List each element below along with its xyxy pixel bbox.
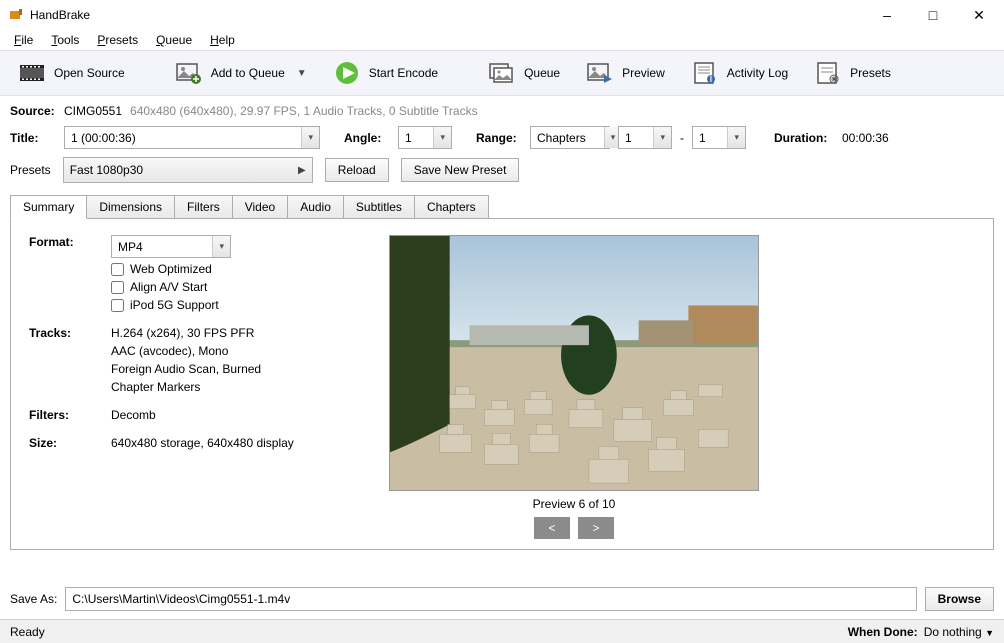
range-label: Range: [476, 131, 522, 145]
filmstrip-icon [18, 61, 46, 85]
activity-log-label: Activity Log [727, 66, 788, 80]
track-line: AAC (avcodec), Mono [111, 344, 261, 358]
format-label: Format: [29, 235, 101, 312]
title-value: 1 (00:00:36) [65, 131, 142, 145]
track-line: Foreign Audio Scan, Burned [111, 362, 261, 376]
log-icon: i [691, 61, 719, 85]
browse-button[interactable]: Browse [925, 587, 994, 611]
activity-log-button[interactable]: i Activity Log [681, 57, 798, 89]
presets-icon [814, 61, 842, 85]
preview-next-button[interactable]: > [578, 517, 614, 539]
presets-button[interactable]: Presets [804, 57, 901, 89]
svg-text:i: i [709, 71, 712, 85]
app-icon [8, 7, 24, 23]
image-plus-icon [175, 61, 203, 85]
format-select[interactable]: MP4▾ [111, 235, 231, 258]
filters-label: Filters: [29, 408, 101, 422]
range-type-select[interactable]: Chapters▾ [530, 126, 610, 149]
ipod-check[interactable]: iPod 5G Support [111, 298, 231, 312]
size-label: Size: [29, 436, 101, 450]
menu-presets[interactable]: Presets [89, 31, 146, 49]
source-label: Source: [10, 104, 56, 118]
range-from-select[interactable]: 1▾ [618, 126, 672, 149]
chevron-down-icon: ▾ [301, 127, 319, 148]
start-encode-button[interactable]: Start Encode [323, 57, 448, 89]
angle-label: Angle: [344, 131, 390, 145]
queue-label: Queue [524, 66, 560, 80]
preset-value: Fast 1080p30 [70, 163, 143, 177]
when-done-label: When Done: [848, 625, 918, 639]
range-dash: - [680, 131, 684, 145]
tab-summary[interactable]: Summary [10, 195, 87, 219]
queue-icon [488, 61, 516, 85]
menu-queue[interactable]: Queue [148, 31, 200, 49]
presets-label: Presets [850, 66, 891, 80]
filters-value: Decomb [111, 408, 156, 422]
preview-prev-button[interactable]: < [534, 517, 570, 539]
add-to-queue-button[interactable]: Add to Queue ▼ [165, 57, 317, 89]
source-row: Source: CIMG0551 640x480 (640x480), 29.9… [10, 104, 994, 118]
tab-dimensions[interactable]: Dimensions [86, 195, 175, 219]
source-details: 640x480 (640x480), 29.97 FPS, 1 Audio Tr… [130, 104, 478, 118]
web-optimized-check[interactable]: Web Optimized [111, 262, 231, 276]
preview-label: Preview [622, 66, 665, 80]
close-button[interactable]: ✕ [956, 0, 1002, 30]
save-as-label: Save As: [10, 592, 57, 606]
open-source-button[interactable]: Open Source [8, 57, 135, 89]
presets-row-label: Presets [10, 163, 51, 177]
range-to-select[interactable]: 1▾ [692, 126, 746, 149]
tab-bar: Summary Dimensions Filters Video Audio S… [10, 195, 994, 219]
dropdown-caret-icon: ▼ [297, 68, 307, 79]
title-select[interactable]: 1 (00:00:36) ▾ [64, 126, 320, 149]
preview-counter: Preview 6 of 10 [533, 497, 616, 511]
tracks-label: Tracks: [29, 326, 101, 394]
minimize-button[interactable]: ‒ [864, 0, 910, 30]
duration-label: Duration: [774, 131, 834, 145]
window-titlebar: HandBrake ‒ □ ✕ [0, 0, 1004, 30]
chevron-down-icon: ▼ [985, 628, 994, 638]
preview-icon [586, 61, 614, 85]
size-value: 640x480 storage, 640x480 display [111, 436, 294, 450]
add-to-queue-label: Add to Queue [211, 66, 285, 80]
title-label: Title: [10, 131, 56, 145]
tab-audio[interactable]: Audio [287, 195, 344, 219]
play-icon [333, 61, 361, 85]
window-title: HandBrake [30, 8, 90, 22]
menu-tools[interactable]: Tools [43, 31, 87, 49]
status-bar: Ready When Done: Do nothing ▼ [0, 619, 1004, 643]
save-as-input[interactable] [65, 587, 916, 611]
toolbar: Open Source Add to Queue ▼ Start Encode … [0, 50, 1004, 96]
preview-image [389, 235, 759, 491]
reload-button[interactable]: Reload [325, 158, 389, 182]
preset-select[interactable]: Fast 1080p30 ▶ [63, 157, 313, 183]
align-av-check[interactable]: Align A/V Start [111, 280, 231, 294]
source-name: CIMG0551 [64, 104, 122, 118]
open-source-label: Open Source [54, 66, 125, 80]
menu-file[interactable]: File [6, 31, 41, 49]
maximize-button[interactable]: □ [910, 0, 956, 30]
tab-chapters[interactable]: Chapters [414, 195, 489, 219]
start-encode-label: Start Encode [369, 66, 438, 80]
track-line: H.264 (x264), 30 FPS PFR [111, 326, 261, 340]
queue-button[interactable]: Queue [478, 57, 570, 89]
when-done-select[interactable]: Do nothing ▼ [924, 625, 994, 639]
menu-bar: File Tools Presets Queue Help [0, 30, 1004, 50]
track-line: Chapter Markers [111, 380, 261, 394]
angle-select[interactable]: 1▾ [398, 126, 452, 149]
tab-filters[interactable]: Filters [174, 195, 233, 219]
triangle-right-icon: ▶ [298, 165, 306, 176]
duration-value: 00:00:36 [842, 131, 889, 145]
preview-button[interactable]: Preview [576, 57, 675, 89]
tab-video[interactable]: Video [232, 195, 288, 219]
menu-help[interactable]: Help [202, 31, 243, 49]
tab-panel-summary: Format: MP4▾ Web Optimized Align A/V Sta… [10, 218, 994, 550]
tab-subtitles[interactable]: Subtitles [343, 195, 415, 219]
save-new-preset-button[interactable]: Save New Preset [401, 158, 520, 182]
status-text: Ready [10, 625, 45, 639]
